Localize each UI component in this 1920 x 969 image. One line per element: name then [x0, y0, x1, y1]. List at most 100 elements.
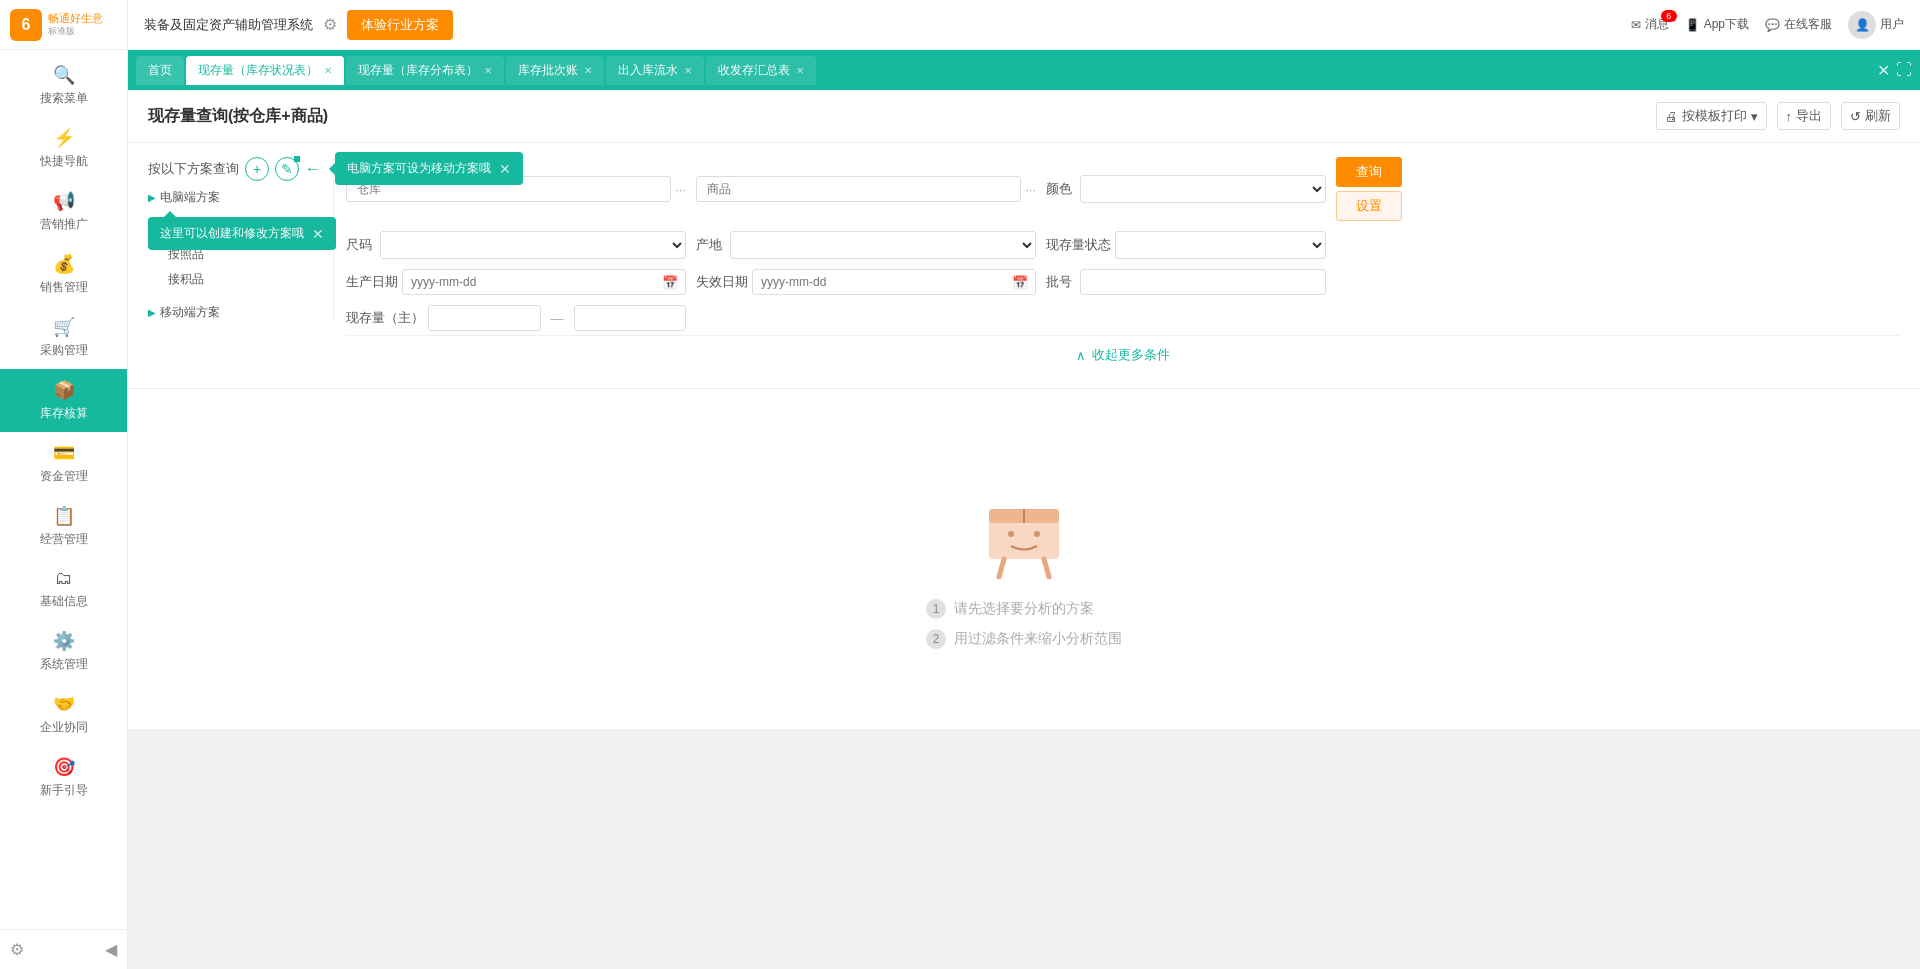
collapse-up-icon: ∧	[1076, 348, 1086, 363]
pc-scheme-toggle[interactable]: ▶ 电脑端方案	[148, 189, 321, 206]
page-header: 现存量查询(按仓库+商品) 🖨 按模板打印 ▾ ↑ 导出 ↺ 刷新	[128, 90, 1920, 143]
filter-row-2: 尺码 产地	[346, 231, 1900, 259]
warehouse-dots-icon[interactable]: ···	[675, 182, 686, 197]
goods-input[interactable]	[696, 176, 1021, 202]
print-button[interactable]: 🖨 按模板打印 ▾	[1656, 102, 1767, 130]
export-button[interactable]: ↑ 导出	[1777, 102, 1832, 130]
reset-button[interactable]: 设置	[1336, 191, 1402, 221]
search-reset-area: 查询 设置	[1336, 157, 1402, 221]
sidebar-label-inventory: 库存核算	[40, 405, 88, 422]
exp-date-calendar-icon[interactable]: 📅	[1012, 275, 1028, 290]
tab-inventory-dist[interactable]: 现存量（库存分布表） ✕	[346, 56, 504, 85]
batch-field: 批号	[1046, 269, 1326, 295]
sidebar-item-enterprise[interactable]: 🤝 企业协同	[0, 683, 127, 746]
sidebar-label-system: 系统管理	[40, 656, 88, 673]
step2-text: 用过滤条件来缩小分析范围	[954, 630, 1122, 648]
sidebar-item-marketing[interactable]: 📢 营销推广	[0, 180, 127, 243]
tab-inout-flow[interactable]: 出入库流水 ✕	[606, 56, 704, 85]
print-icon: 🖨	[1665, 109, 1678, 124]
search-button[interactable]: 查询	[1336, 157, 1402, 187]
sidebar-item-finance[interactable]: 💳 资金管理	[0, 432, 127, 495]
mobile-scheme-toggle[interactable]: ▶ 移动端方案	[148, 304, 321, 321]
scheme-item-jijin[interactable]: 接积品	[162, 267, 321, 292]
app-download-action[interactable]: 📱 App下载	[1685, 16, 1749, 33]
sidebar-item-inventory[interactable]: 📦 库存核算	[0, 369, 127, 432]
svg-line-6	[1044, 559, 1049, 577]
edit-icon: ✎	[281, 161, 293, 177]
tab-inventory-status[interactable]: 现存量（库存状况表） ✕	[186, 56, 344, 85]
top-header: 装备及固定资产辅助管理系统 ⚙ 体验行业方案 ✉ 6 消息 📱 App下载 💬 …	[128, 0, 1920, 50]
sidebar-item-search-menu[interactable]: 🔍 搜索菜单	[0, 54, 127, 117]
online-service-action[interactable]: 💬 在线客服	[1765, 16, 1832, 33]
prod-date-calendar-icon[interactable]: 📅	[662, 275, 678, 290]
message-action[interactable]: ✉ 6 消息	[1631, 16, 1669, 33]
print-dropdown-icon: ▾	[1751, 109, 1758, 124]
message-icon: ✉	[1631, 18, 1641, 32]
gear-icon[interactable]: ⚙	[323, 15, 337, 34]
tab-inventory-status-close[interactable]: ✕	[324, 65, 332, 76]
tab-recv-send[interactable]: 收发存汇总表 ✕	[706, 56, 816, 85]
inventory-main-from[interactable]	[428, 305, 541, 331]
inventory-status-label: 现存量状态	[1046, 236, 1111, 254]
collapse-sidebar-button[interactable]: ◀	[105, 940, 117, 959]
tooltip1-close[interactable]: ✕	[499, 161, 511, 177]
tab-fullscreen-icon[interactable]: ⛶	[1896, 61, 1912, 80]
sidebar-item-system[interactable]: ⚙️ 系统管理	[0, 620, 127, 683]
prod-date-wrap: 📅	[402, 269, 686, 295]
tab-batch-ledger-close[interactable]: ✕	[584, 65, 592, 76]
refresh-icon: ↺	[1850, 109, 1861, 124]
tooltip2-text: 这里可以创建和修改方案哦	[160, 225, 304, 242]
tab-recv-send-label: 收发存汇总表	[718, 62, 790, 79]
tab-inout-flow-close[interactable]: ✕	[684, 65, 692, 76]
batch-input[interactable]	[1080, 269, 1326, 295]
tab-close-all-icon[interactable]: ✕	[1877, 61, 1890, 80]
inventory-main-field: 现存量（主） —	[346, 305, 686, 331]
color-select[interactable]	[1080, 175, 1326, 203]
sidebar-label-marketing: 营销推广	[40, 216, 88, 233]
edit-scheme-button[interactable]: ✎	[275, 157, 299, 181]
inventory-separator: —	[545, 311, 570, 326]
inventory-status-select[interactable]	[1115, 231, 1326, 259]
exp-date-field: 失效日期 📅	[696, 269, 1036, 295]
empty-steps: 1 请先选择要分析的方案 2 用过滤条件来缩小分析范围	[926, 599, 1122, 649]
sidebar-item-basic[interactable]: 🗂 基础信息	[0, 558, 127, 620]
tab-home[interactable]: 首页	[136, 56, 184, 85]
tooltip2-close[interactable]: ✕	[312, 226, 324, 242]
exp-button[interactable]: 体验行业方案	[347, 10, 453, 40]
tab-batch-ledger[interactable]: 库存批次账 ✕	[506, 56, 604, 85]
size-select[interactable]	[380, 231, 686, 259]
header-right: ✉ 6 消息 📱 App下载 💬 在线客服 👤 用户	[1631, 11, 1904, 39]
sidebar-item-guide[interactable]: 🎯 新手引导	[0, 746, 127, 809]
system-icon: ⚙️	[53, 630, 75, 652]
refresh-button[interactable]: ↺ 刷新	[1841, 102, 1900, 130]
content-area: 现存量查询(按仓库+商品) 🖨 按模板打印 ▾ ↑ 导出 ↺ 刷新	[128, 90, 1920, 969]
tab-inventory-dist-close[interactable]: ✕	[484, 65, 492, 76]
sidebar-item-purchase[interactable]: 🛒 采购管理	[0, 306, 127, 369]
left-arrow-icon[interactable]: ←	[305, 160, 321, 177]
origin-select[interactable]	[730, 231, 1036, 259]
sidebar-label-finance: 资金管理	[40, 468, 88, 485]
add-scheme-button[interactable]: +	[245, 157, 269, 181]
sidebar-item-operation[interactable]: 📋 经营管理	[0, 495, 127, 558]
arrow-with-tooltip: ← 电脑方案可设为移动方案哦 ✕	[305, 160, 321, 178]
sidebar-item-quick-nav[interactable]: ⚡ 快捷导航	[0, 117, 127, 180]
tab-recv-send-close[interactable]: ✕	[796, 65, 804, 76]
logo-text: 畅通好生意	[48, 11, 103, 25]
tooltip-popup-2: 这里可以创建和修改方案哦 ✕	[148, 217, 336, 250]
logo-badge: 标准版	[48, 25, 103, 38]
page-actions: 🖨 按模板打印 ▾ ↑ 导出 ↺ 刷新	[1656, 102, 1901, 130]
exp-date-input[interactable]	[752, 269, 1036, 295]
goods-dots-icon[interactable]: ···	[1025, 182, 1036, 197]
print-label: 按模板打印	[1682, 107, 1747, 125]
collapse-filter-button[interactable]: ∧ 收起更多条件	[346, 335, 1900, 374]
inventory-icon: 📦	[53, 379, 75, 401]
user-action[interactable]: 👤 用户	[1848, 11, 1904, 39]
sidebar-item-sales[interactable]: 💰 销售管理	[0, 243, 127, 306]
pc-toggle-arrow: ▶	[148, 192, 156, 203]
settings-button[interactable]: ⚙	[10, 940, 24, 959]
prod-date-input[interactable]	[402, 269, 686, 295]
tab-bar: 首页 现存量（库存状况表） ✕ 现存量（库存分布表） ✕ 库存批次账 ✕ 出入库…	[128, 50, 1920, 90]
operation-icon: 📋	[53, 505, 75, 527]
content-inner: 现存量查询(按仓库+商品) 🖨 按模板打印 ▾ ↑ 导出 ↺ 刷新	[128, 90, 1920, 729]
inventory-main-to[interactable]	[574, 305, 687, 331]
